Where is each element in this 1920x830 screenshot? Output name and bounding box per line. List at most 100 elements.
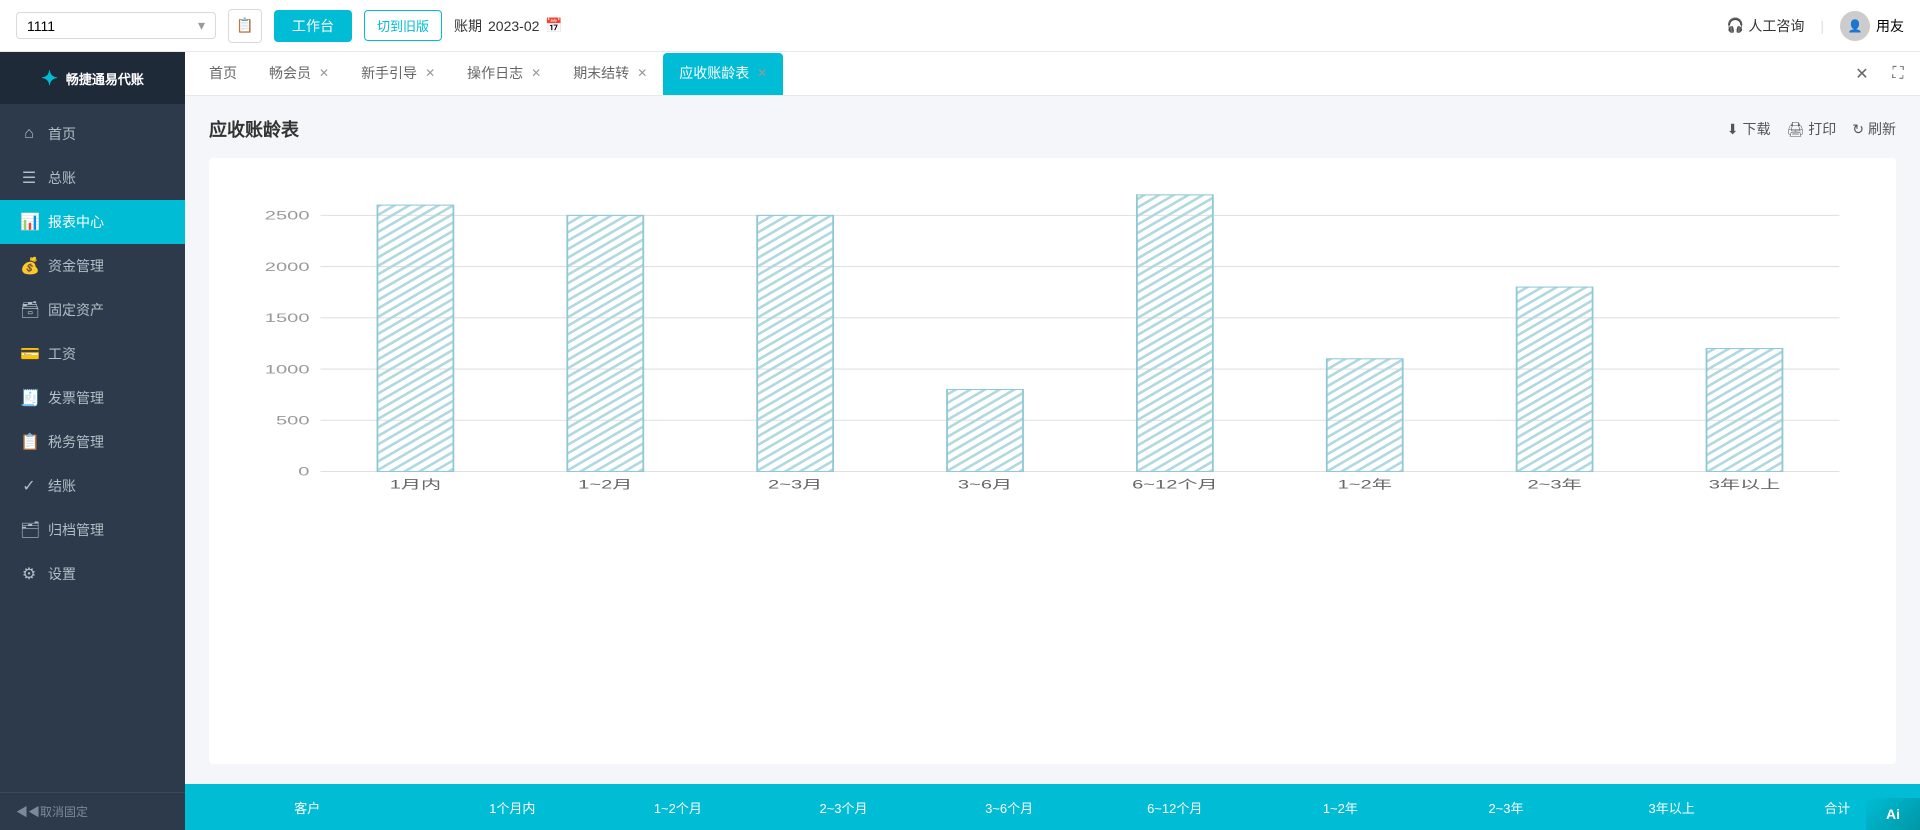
chart-container: 050010001500200025001月内1~2月2~3月3~6月6~12个… xyxy=(209,158,1896,764)
table-header-8: 3年以上 xyxy=(1589,798,1755,817)
svg-text:2~3年: 2~3年 xyxy=(1527,479,1581,492)
sidebar-item-reports[interactable]: 📊 报表中心 xyxy=(0,200,185,244)
sidebar-label-tax: 税务管理 xyxy=(48,432,104,452)
sidebar-label-settings: 设置 xyxy=(48,564,76,584)
switch-version-button[interactable]: 切到旧版 xyxy=(364,10,442,41)
chart-wrap: 050010001500200025001月内1~2月2~3月3~6月6~12个… xyxy=(229,174,1876,514)
ai-badge[interactable]: Ai xyxy=(1866,798,1920,830)
tab-label-closing: 期末结转 xyxy=(573,63,629,83)
period-display: 账期 2023-02 📅 xyxy=(454,16,563,36)
tab-label-home: 首页 xyxy=(209,63,237,83)
refresh-icon: ↻ xyxy=(1852,121,1864,138)
table-header-4: 3~6个月 xyxy=(926,798,1092,817)
page-actions: ⬇ 下载 🖨 打印 ↻ 刷新 xyxy=(1727,119,1896,139)
sidebar-item-ledger[interactable]: ☰ 总账 xyxy=(0,156,185,200)
tabs-bar: 首页畅会员✕新手引导✕ 操作日志 ✕ 期末结转 ✕ 应收账龄表 ✕ ✕ ⛶ xyxy=(185,52,1920,96)
header-right: 🎧 人工咨询 | 👤 用友 xyxy=(1727,11,1904,41)
table-header-1: 1个月内 xyxy=(429,798,595,817)
user-menu[interactable]: 👤 用友 xyxy=(1840,11,1904,41)
sidebar-icon-payroll: 💳 xyxy=(20,344,38,364)
sidebar-item-archive[interactable]: 🗂 归档管理 xyxy=(0,508,185,552)
clipboard-icon-btn[interactable]: 📋 xyxy=(228,9,262,43)
tab-closing[interactable]: 期末结转 ✕ xyxy=(557,53,663,95)
sidebar-item-settings[interactable]: ⚙ 设置 xyxy=(0,552,185,596)
sidebar: ✦ 畅捷通易代账 ⌂ 首页 ☰ 总账 📊 报表中心 💰 资金管理 🗃 固定资产 … xyxy=(0,52,185,830)
tab-home[interactable]: 首页 xyxy=(193,53,253,95)
svg-text:1~2年: 1~2年 xyxy=(1338,479,1392,492)
svg-text:1500: 1500 xyxy=(265,312,310,325)
avatar: 👤 xyxy=(1840,11,1870,41)
table-header-6: 1~2年 xyxy=(1258,798,1424,817)
sidebar-item-tax[interactable]: 📋 税务管理 xyxy=(0,420,185,464)
table-header-3: 2~3个月 xyxy=(761,798,927,817)
sidebar-item-invoice[interactable]: 🧾 发票管理 xyxy=(0,376,185,420)
svg-text:1月内: 1月内 xyxy=(390,479,441,492)
sidebar-icon-home: ⌂ xyxy=(20,125,38,143)
consult-btn[interactable]: 🎧 人工咨询 xyxy=(1727,16,1804,36)
sidebar-icon-invoice: 🧾 xyxy=(20,388,38,408)
sidebar-footer-label: ◀◀取消固定 xyxy=(16,803,88,820)
download-icon: ⬇ xyxy=(1727,121,1739,138)
company-selector[interactable]: 1111 ▾ xyxy=(16,12,216,39)
table-header-2: 1~2个月 xyxy=(595,798,761,817)
print-button[interactable]: 🖨 打印 xyxy=(1786,119,1836,139)
sidebar-item-home[interactable]: ⌂ 首页 xyxy=(0,112,185,156)
refresh-button[interactable]: ↻ 刷新 xyxy=(1852,119,1896,139)
table-header-5: 6~12个月 xyxy=(1092,798,1258,817)
page-content: 应收账龄表 ⬇ 下载 🖨 打印 ↻ 刷新 xyxy=(185,96,1920,784)
svg-text:500: 500 xyxy=(276,415,310,428)
sidebar-item-assets[interactable]: 🗃 固定资产 xyxy=(0,288,185,332)
tab-label-aging: 应收账龄表 xyxy=(679,63,749,83)
sidebar-footer-toggle[interactable]: ◀◀取消固定 xyxy=(0,792,185,830)
sidebar-item-closing[interactable]: ✓ 结账 xyxy=(0,464,185,508)
sidebar-icon-assets: 🗃 xyxy=(20,300,38,320)
main-layout: ✦ 畅捷通易代账 ⌂ 首页 ☰ 总账 📊 报表中心 💰 资金管理 🗃 固定资产 … xyxy=(0,52,1920,830)
sidebar-label-closing: 结账 xyxy=(48,476,76,496)
sidebar-label-payroll: 工资 xyxy=(48,344,76,364)
svg-text:0: 0 xyxy=(298,466,309,479)
clipboard-icon: 📋 xyxy=(236,17,253,34)
period-value: 2023-02 xyxy=(488,18,539,34)
calendar-icon[interactable]: 📅 xyxy=(545,17,562,34)
consult-label: 人工咨询 xyxy=(1748,16,1804,36)
svg-text:1000: 1000 xyxy=(265,363,310,376)
sidebar-icon-reports: 📊 xyxy=(20,212,38,232)
tab-guide[interactable]: 新手引导✕ xyxy=(345,53,451,95)
page-title: 应收账龄表 xyxy=(209,116,299,142)
tab-member[interactable]: 畅会员✕ xyxy=(253,53,345,95)
tab-close-aging[interactable]: ✕ xyxy=(757,66,767,80)
sidebar-logo: ✦ 畅捷通易代账 xyxy=(0,52,185,104)
workbench-button[interactable]: 工作台 xyxy=(274,10,352,42)
logo-icon: ✦ xyxy=(41,66,58,91)
sidebar-label-funds: 资金管理 xyxy=(48,256,104,276)
tab-aging[interactable]: 应收账龄表 ✕ xyxy=(663,53,783,95)
sidebar-icon-tax: 📋 xyxy=(20,432,38,452)
svg-text:3~6月: 3~6月 xyxy=(958,479,1012,492)
sidebar-label-assets: 固定资产 xyxy=(48,300,104,320)
bar-chart: 050010001500200025001月内1~2月2~3月3~6月6~12个… xyxy=(229,174,1876,514)
tabs-right-actions: ✕ ⛶ xyxy=(1848,60,1912,88)
divider: | xyxy=(1820,18,1824,34)
sidebar-icon-archive: 🗂 xyxy=(20,520,38,540)
tab-close-guide[interactable]: ✕ xyxy=(425,66,435,80)
tab-close-oplog[interactable]: ✕ xyxy=(531,66,541,80)
tabs-close-all-btn[interactable]: ✕ xyxy=(1848,60,1876,88)
tab-label-oplog: 操作日志 xyxy=(467,63,523,83)
period-label: 账期 xyxy=(454,16,482,36)
sidebar-item-funds[interactable]: 💰 资金管理 xyxy=(0,244,185,288)
tab-close-closing[interactable]: ✕ xyxy=(637,66,647,80)
tab-close-member[interactable]: ✕ xyxy=(319,66,329,80)
svg-text:6~12个月: 6~12个月 xyxy=(1132,479,1217,492)
header: 1111 ▾ 📋 工作台 切到旧版 账期 2023-02 📅 🎧 人工咨询 | … xyxy=(0,0,1920,52)
sidebar-item-payroll[interactable]: 💳 工资 xyxy=(0,332,185,376)
tabs-expand-btn[interactable]: ⛶ xyxy=(1884,60,1912,88)
svg-text:2~3月: 2~3月 xyxy=(768,479,822,492)
sidebar-icon-ledger: ☰ xyxy=(20,168,38,188)
download-button[interactable]: ⬇ 下载 xyxy=(1727,119,1771,139)
sidebar-label-archive: 归档管理 xyxy=(48,520,104,540)
company-name: 1111 xyxy=(27,18,55,34)
sidebar-label-ledger: 总账 xyxy=(48,168,76,188)
sidebar-label-reports: 报表中心 xyxy=(48,212,104,232)
tab-oplog[interactable]: 操作日志 ✕ xyxy=(451,53,557,95)
sidebar-icon-closing: ✓ xyxy=(20,476,38,496)
